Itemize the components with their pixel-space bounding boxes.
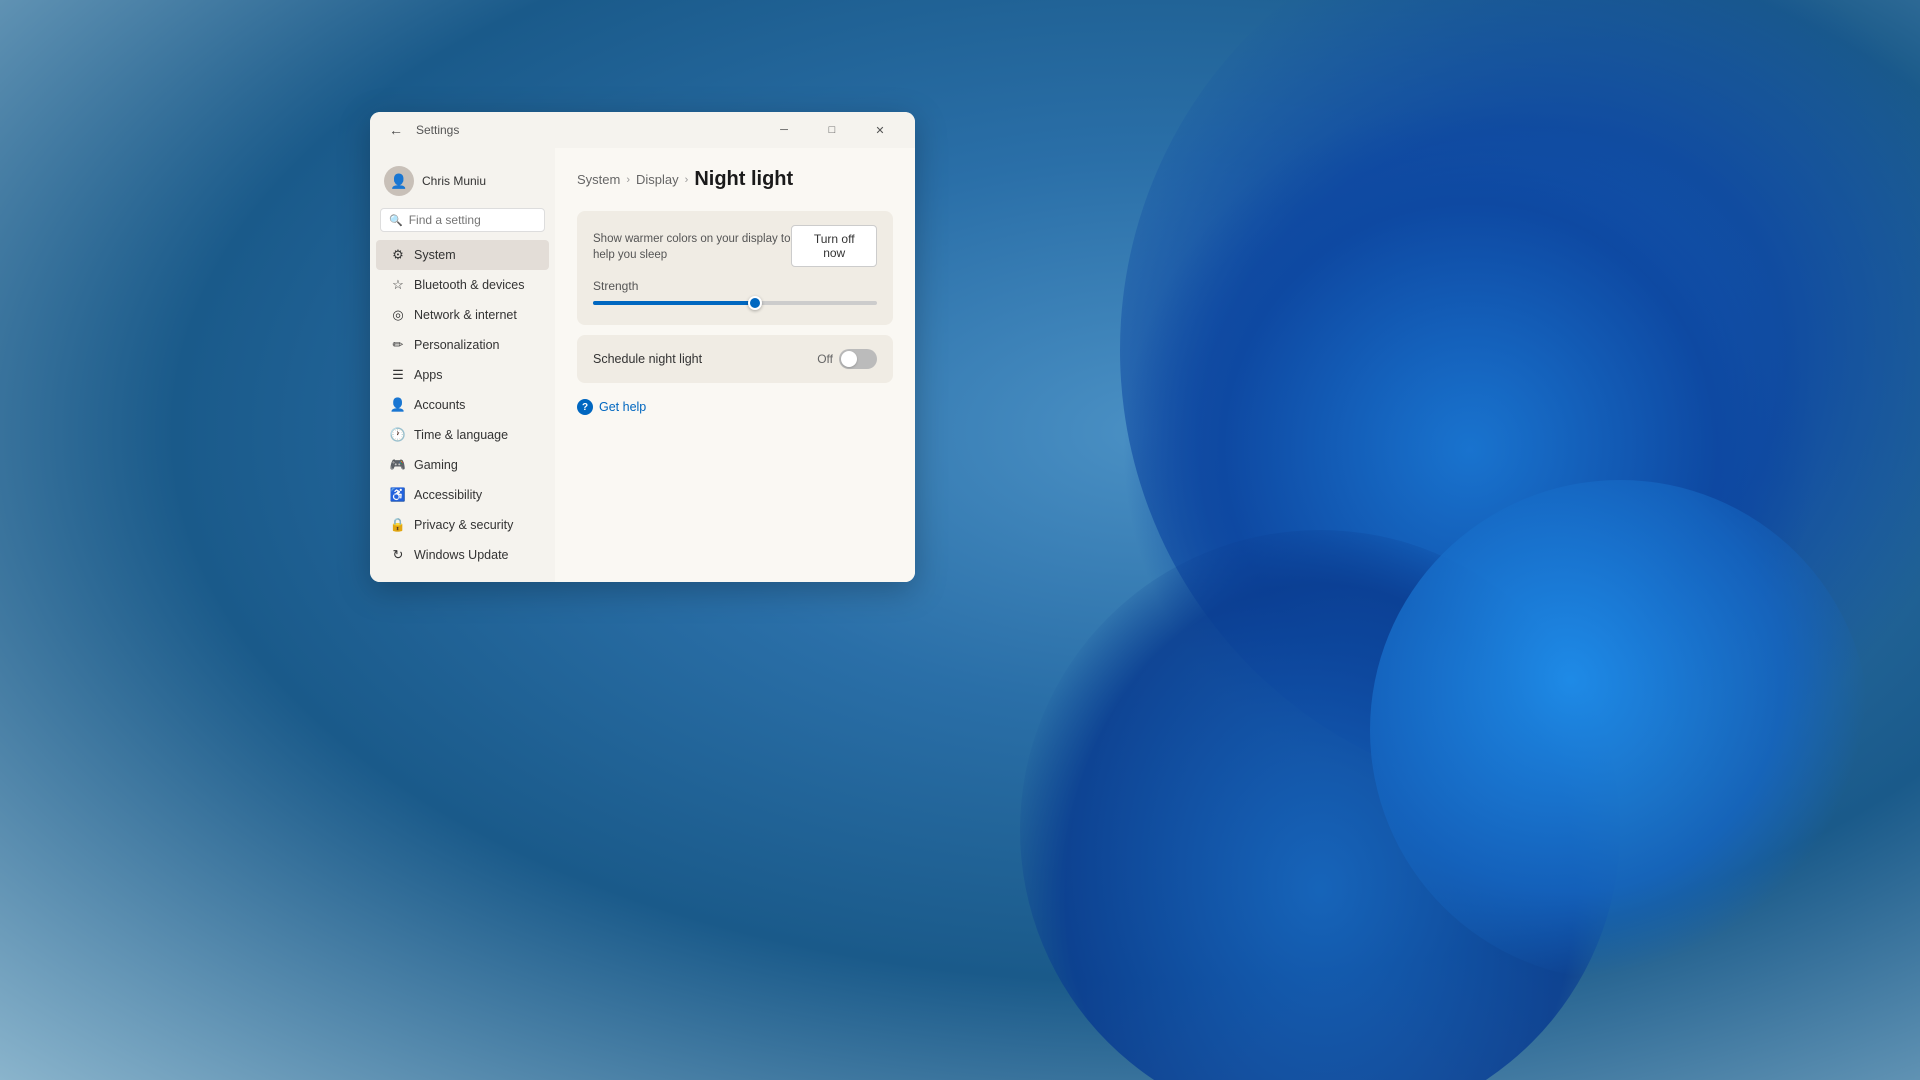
page-title: Night light xyxy=(694,168,793,191)
search-input[interactable] xyxy=(409,213,555,227)
sidebar-item-label-system: System xyxy=(414,248,456,262)
breadcrumb-system[interactable]: System xyxy=(577,172,620,187)
search-box[interactable]: 🔍 xyxy=(380,208,545,232)
sidebar-item-network[interactable]: ◎ Network & internet xyxy=(376,300,549,330)
sidebar-item-privacy[interactable]: 🔒 Privacy & security xyxy=(376,510,549,540)
swirl-decoration-4 xyxy=(1370,480,1870,980)
breadcrumb-display[interactable]: Display xyxy=(636,172,679,187)
window-controls: ─ □ ✕ xyxy=(761,114,903,146)
network-icon: ◎ xyxy=(390,307,406,323)
sidebar-item-label-network: Network & internet xyxy=(414,308,517,322)
sidebar-item-system[interactable]: ⚙ System xyxy=(376,240,549,270)
desktop-background xyxy=(0,0,1920,1080)
window-body: 👤 Chris Muniu 🔍 ⚙ System ☆ Bluetooth & devi… xyxy=(370,148,915,582)
system-icon: ⚙ xyxy=(390,247,406,263)
main-content: System › Display › Night light Show warm… xyxy=(555,148,915,582)
sidebar-item-label-accounts: Accounts xyxy=(414,398,465,412)
sidebar-item-label-time: Time & language xyxy=(414,428,508,442)
sidebar-item-apps[interactable]: ☰ Apps xyxy=(376,360,549,390)
avatar: 👤 xyxy=(384,166,414,196)
sidebar-item-label-personalization: Personalization xyxy=(414,338,499,352)
close-button[interactable]: ✕ xyxy=(857,114,903,146)
night-light-description-card: Show warmer colors on your display to he… xyxy=(577,211,893,325)
strength-section: Strength xyxy=(593,279,877,305)
bluetooth-icon: ☆ xyxy=(390,277,406,293)
nav-list: ⚙ System ☆ Bluetooth & devices ◎ Network & in… xyxy=(370,240,555,570)
description-text-block: Show warmer colors on your display to he… xyxy=(593,229,791,263)
privacy-icon: 🔒 xyxy=(390,517,406,533)
user-section: 👤 Chris Muniu xyxy=(370,156,555,208)
schedule-label: Schedule night light xyxy=(593,352,702,366)
strength-label: Strength xyxy=(593,279,877,293)
sidebar-item-label-bluetooth: Bluetooth & devices xyxy=(414,278,525,292)
description-text: Show warmer colors on your display to he… xyxy=(593,231,791,263)
strength-slider-track[interactable] xyxy=(593,301,877,305)
sidebar-item-accounts[interactable]: 👤 Accounts xyxy=(376,390,549,420)
sidebar-item-personalization[interactable]: ✏ Personalization xyxy=(376,330,549,360)
accessibility-icon: ♿ xyxy=(390,487,406,503)
update-icon: ↻ xyxy=(390,547,406,563)
toggle-knob xyxy=(841,351,857,367)
schedule-row: Schedule night light Off xyxy=(593,349,877,369)
sidebar-item-label-apps: Apps xyxy=(414,368,443,382)
schedule-night-light-card: Schedule night light Off xyxy=(577,335,893,383)
breadcrumb-sep-1: › xyxy=(626,174,630,186)
breadcrumb: System › Display › Night light xyxy=(577,168,893,191)
sidebar: 👤 Chris Muniu 🔍 ⚙ System ☆ Bluetooth & devi… xyxy=(370,148,555,582)
search-icon: 🔍 xyxy=(389,214,403,227)
accounts-icon: 👤 xyxy=(390,397,406,413)
user-name: Chris Muniu xyxy=(422,174,486,188)
titlebar: ← Settings ─ □ ✕ xyxy=(370,112,915,148)
slider-thumb[interactable] xyxy=(748,296,762,310)
get-help-label: Get help xyxy=(599,400,646,414)
sidebar-item-accessibility[interactable]: ♿ Accessibility xyxy=(376,480,549,510)
turn-off-button[interactable]: Turn off now xyxy=(791,225,877,267)
maximize-button[interactable]: □ xyxy=(809,114,855,146)
back-button[interactable]: ← xyxy=(382,116,410,144)
sidebar-item-label-accessibility: Accessibility xyxy=(414,488,482,502)
minimize-button[interactable]: ─ xyxy=(761,114,807,146)
sidebar-item-label-privacy: Privacy & security xyxy=(414,518,513,532)
sidebar-item-label-gaming: Gaming xyxy=(414,458,458,472)
sidebar-item-bluetooth[interactable]: ☆ Bluetooth & devices xyxy=(376,270,549,300)
help-icon: ? xyxy=(577,399,593,415)
description-row: Show warmer colors on your display to he… xyxy=(593,225,877,267)
settings-window: ← Settings ─ □ ✕ 👤 Chris Muniu xyxy=(370,112,915,582)
toggle-container: Off xyxy=(817,349,877,369)
slider-fill xyxy=(593,301,755,305)
get-help-link[interactable]: ? Get help xyxy=(577,399,893,415)
time-icon: 🕐 xyxy=(390,427,406,443)
toggle-state-label: Off xyxy=(817,352,833,366)
window-title: Settings xyxy=(416,123,761,137)
apps-icon: ☰ xyxy=(390,367,406,383)
schedule-toggle[interactable] xyxy=(839,349,877,369)
sidebar-item-gaming[interactable]: 🎮 Gaming xyxy=(376,450,549,480)
gaming-icon: 🎮 xyxy=(390,457,406,473)
sidebar-item-label-update: Windows Update xyxy=(414,548,509,562)
personalization-icon: ✏ xyxy=(390,337,406,353)
breadcrumb-sep-2: › xyxy=(685,174,689,186)
sidebar-item-time[interactable]: 🕐 Time & language xyxy=(376,420,549,450)
sidebar-item-update[interactable]: ↻ Windows Update xyxy=(376,540,549,570)
